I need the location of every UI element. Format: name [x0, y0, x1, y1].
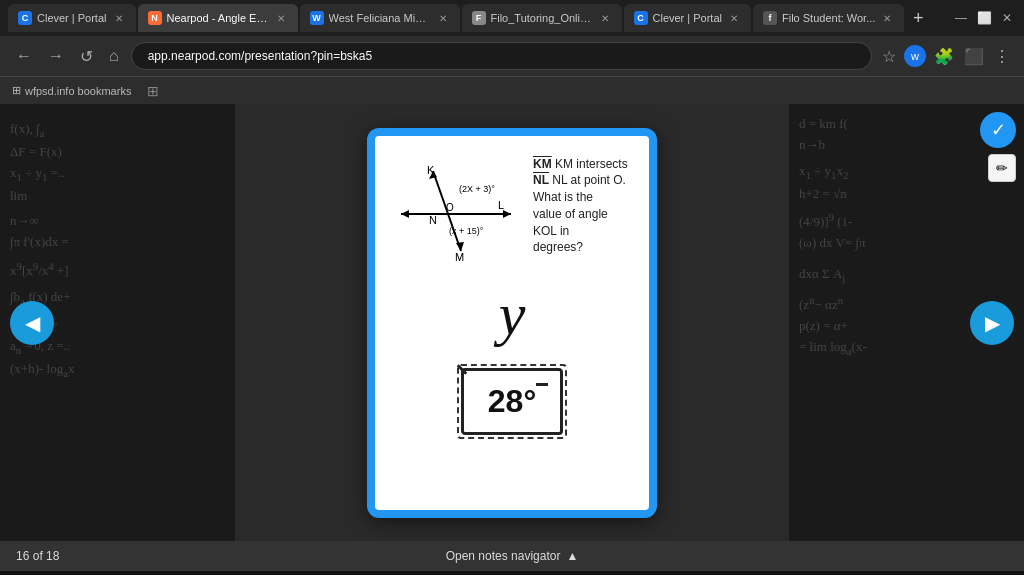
bookmark-star-icon[interactable]: ☆ — [880, 45, 898, 68]
geometry-diagram: N L K M O (2X + 3)° (x + 15)° — [391, 156, 521, 266]
bottom-bar: 16 of 18 Open notes navigator ▲ — [0, 541, 1024, 571]
taskbar: ○ N 📷 📷 Sign out 3 Dec 4 5:29 — [0, 571, 1024, 575]
svg-marker-1 — [401, 210, 409, 218]
presentation-card: N L K M O (2X + 3)° (x + 15)° KM KM inte… — [367, 128, 657, 518]
svg-text:O: O — [446, 202, 454, 213]
tab-nearpod[interactable]: N Nearpod - Angle Equa... ✕ — [138, 4, 298, 32]
reload-button[interactable]: ↺ — [76, 43, 97, 70]
edit-icon: ✏ — [996, 160, 1008, 176]
slide-counter: 16 of 18 — [16, 549, 59, 563]
tab-filo-student[interactable]: f Filo Student: Wor... ✕ — [753, 4, 904, 32]
tab-close-6[interactable]: ✕ — [880, 11, 894, 25]
tab-clever-portal-2[interactable]: C Clever | Portal ✕ — [624, 4, 752, 32]
prev-arrow-icon: ◀ — [25, 311, 40, 335]
answer-variable: y — [499, 284, 526, 344]
tab-close-4[interactable]: ✕ — [598, 11, 612, 25]
address-bar: ← → ↺ ⌂ ☆ w 🧩 ⬛ ⋮ — [0, 36, 1024, 76]
check-button[interactable]: ✓ — [980, 112, 1016, 148]
back-button[interactable]: ← — [12, 43, 36, 69]
minimize-button[interactable]: — — [951, 7, 971, 29]
tab-close-5[interactable]: ✕ — [727, 11, 741, 25]
browser-toolbar: ☆ w 🧩 ⬛ ⋮ — [880, 45, 1012, 68]
tab-close-1[interactable]: ✕ — [112, 11, 126, 25]
svg-text:N: N — [429, 214, 437, 226]
prev-slide-button[interactable]: ◀ — [10, 301, 54, 345]
more-menu-icon[interactable]: ⋮ — [992, 45, 1012, 68]
tab-clever-portal-1[interactable]: C Clever | Portal ✕ — [8, 4, 136, 32]
home-button[interactable]: ⌂ — [105, 43, 123, 69]
next-arrow-icon: ▶ — [985, 311, 1000, 335]
svg-text:M: M — [455, 251, 464, 263]
checkmark-icon: ✓ — [991, 119, 1006, 141]
tab-filo-tutoring[interactable]: F Filo_Tutoring_Online_... ✕ — [462, 4, 622, 32]
bookmark-wfpsd[interactable]: ⊞ wfpsd.info bookmarks — [12, 84, 131, 97]
answer-value: 28° — [488, 383, 536, 419]
svg-text:(2X + 3)°: (2X + 3)° — [459, 184, 495, 194]
notes-navigator-button[interactable]: Open notes navigator ▲ — [446, 549, 579, 563]
close-browser-button[interactable]: ✕ — [998, 7, 1016, 29]
address-input[interactable] — [131, 42, 872, 70]
line-km: KM — [533, 157, 552, 171]
svg-marker-2 — [503, 210, 511, 218]
line-nl: NL — [533, 173, 549, 187]
tab-bar: C Clever | Portal ✕ N Nearpod - Angle Eq… — [0, 0, 1024, 36]
maximize-button[interactable]: ⬜ — [973, 7, 996, 29]
cast-icon[interactable]: ⬛ — [962, 45, 986, 68]
edit-button[interactable]: ✏ — [988, 154, 1016, 182]
browser-chrome: C Clever | Portal ✕ N Nearpod - Angle Eq… — [0, 0, 1024, 104]
svg-text:L: L — [498, 199, 504, 211]
svg-text:K: K — [427, 164, 435, 176]
answer-box-wrapper: 28° — [457, 364, 567, 439]
presentation-area: f(x), ∫a ΔF = F(x) x1 ÷ y1 =.. lim n→∞ ∫… — [0, 104, 1024, 541]
tab-close-3[interactable]: ✕ — [436, 11, 450, 25]
forward-button[interactable]: → — [44, 43, 68, 69]
svg-text:(x + 15)°: (x + 15)° — [449, 226, 484, 236]
profile-icon[interactable]: w — [904, 45, 926, 67]
math-text-left: f(x), ∫a ΔF = F(x) x1 ÷ y1 =.. lim n→∞ ∫… — [0, 104, 235, 392]
new-tab-button[interactable]: + — [906, 6, 930, 30]
answer-box: 28° — [461, 368, 563, 435]
tab-west-feliciana[interactable]: W West Feliciana Middl... ✕ — [300, 4, 460, 32]
tab-close-2[interactable]: ✕ — [274, 11, 288, 25]
bookmarks-bar: ⊞ wfpsd.info bookmarks ⊞ — [0, 76, 1024, 104]
extension-icon[interactable]: 🧩 — [932, 45, 956, 68]
apps-grid-icon[interactable]: ⊞ — [147, 83, 159, 99]
question-text: KM KM intersects NL NL at point O. What … — [533, 156, 628, 266]
next-slide-button[interactable]: ▶ — [970, 301, 1014, 345]
card-question-section: N L K M O (2X + 3)° (x + 15)° KM KM inte… — [391, 156, 633, 266]
card-answer-section: y 28° — [391, 284, 633, 439]
